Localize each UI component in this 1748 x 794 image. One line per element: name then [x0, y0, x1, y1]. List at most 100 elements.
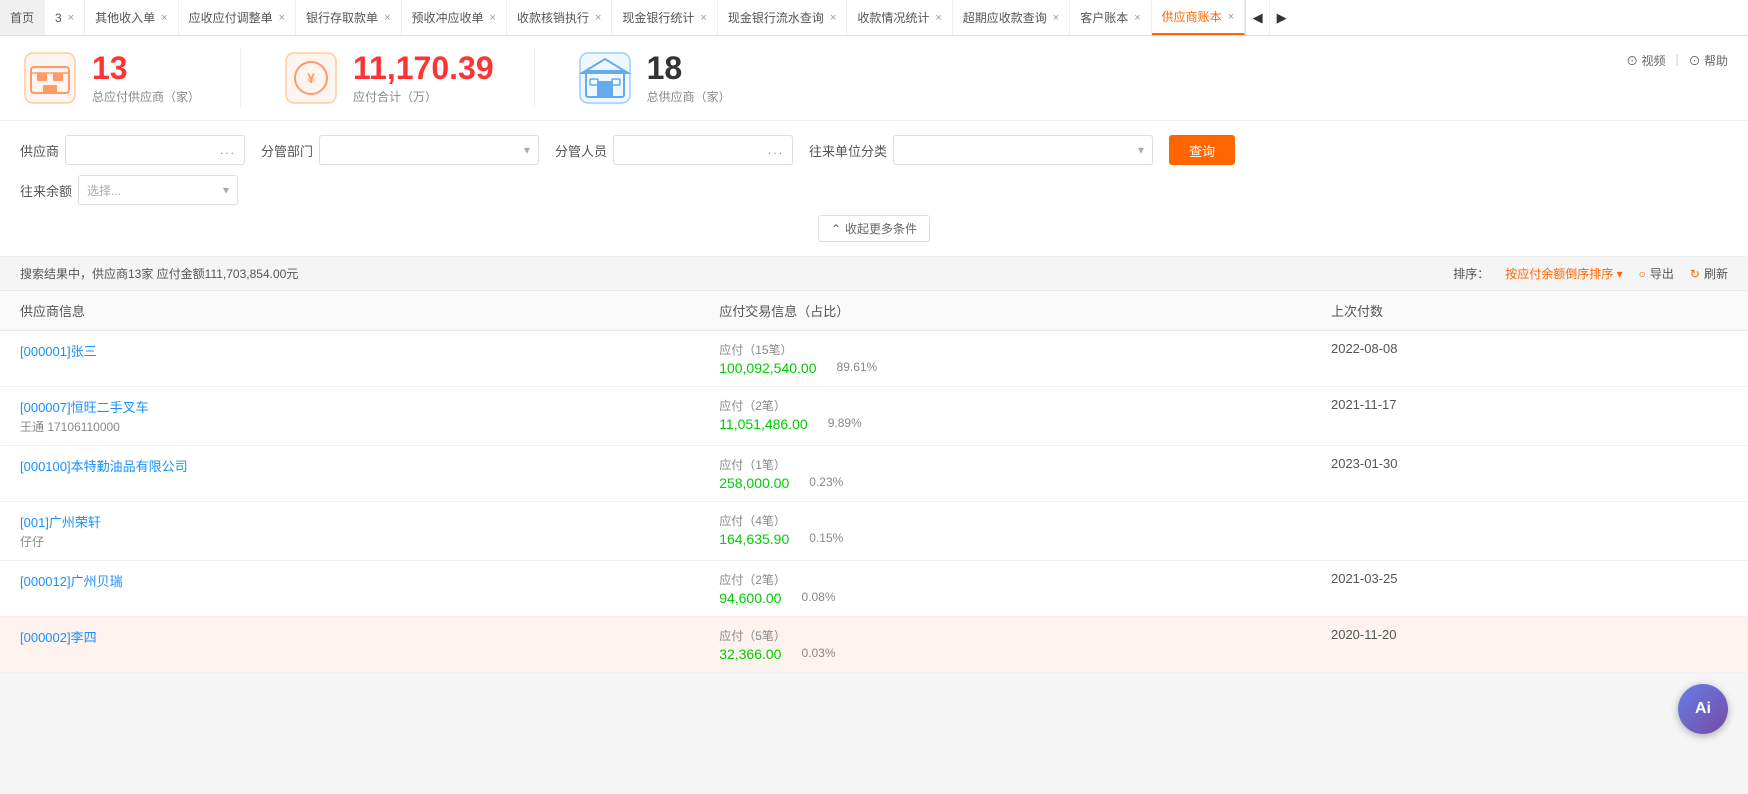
sort-label: 排序： — [1453, 265, 1489, 282]
filter-item-unit-class: 往来单位分类 ▾ — [809, 135, 1153, 165]
ap-amount-value: 11,051,486.00 — [719, 416, 808, 432]
close-receipt-verify[interactable]: × — [595, 12, 601, 24]
ap-info-cell: 应付（1笔） 258,000.00 0.23% — [699, 446, 1311, 502]
nav-home[interactable]: 首页 — [0, 0, 45, 35]
close-other-income[interactable]: × — [161, 12, 167, 24]
ap-label: 应付（1笔） — [719, 456, 1291, 473]
nav-cash-bank-stat[interactable]: 现金银行统计 × — [612, 0, 717, 35]
collapse-up-icon: ⌃ — [831, 222, 841, 236]
stat-number-total-supplier: 18 — [647, 52, 731, 84]
close-ar-ap-adjust[interactable]: × — [279, 12, 285, 24]
supplier-link[interactable]: [000100]本特勤油品有限公司 — [20, 459, 188, 474]
close-bank-deposit[interactable]: × — [384, 12, 390, 24]
stat-info-total-supplier: 18 总供应商（家） — [647, 52, 731, 105]
nav-overdue-ar[interactable]: 超期应收款查询 × — [953, 0, 1070, 35]
last-pay-cell: 2021-03-25 — [1311, 561, 1748, 617]
sort-select[interactable]: 按应付余额倒序排序 ▾ — [1505, 265, 1622, 282]
nav-supplier-ledger[interactable]: 供应商账本 × — [1152, 0, 1245, 35]
filter-item-supplier: 供应商 ... — [20, 135, 245, 165]
filter-item-person: 分管人员 ... — [555, 135, 793, 165]
ap-amount-row: 100,092,540.0089.61% — [719, 358, 1291, 376]
nav-cash-flow-query[interactable]: 现金银行流水查询 × — [718, 0, 847, 35]
supplier-sub-info: 王通 17106110000 — [20, 418, 679, 435]
result-summary: 搜索结果中，供应商13家 应付金额111,703,854.00元 — [20, 265, 298, 282]
refresh-action[interactable]: ↻ 刷新 — [1690, 265, 1728, 282]
close-customer-ledger[interactable]: × — [1134, 12, 1140, 24]
col-header-supplier: 供应商信息 — [0, 291, 699, 331]
ap-label: 应付（2笔） — [719, 397, 1291, 414]
last-pay-cell: 2023-01-30 — [1311, 446, 1748, 502]
nav-next-arrow[interactable]: ▶ — [1269, 0, 1293, 36]
supplier-link[interactable]: [000012]广州贝瑞 — [20, 574, 123, 589]
nav-prepay-ar[interactable]: 预收冲应收单 × — [402, 0, 507, 35]
unit-class-select[interactable]: ▾ — [893, 135, 1153, 165]
supplier-sub-info: 仔仔 — [20, 533, 679, 550]
ap-info-cell: 应付（15笔）100,092,540.0089.61% — [699, 331, 1311, 387]
dept-dropdown-icon: ▾ — [524, 143, 530, 157]
close-cash-flow-query[interactable]: × — [830, 12, 836, 24]
ap-amount-value: 258,000.00 — [719, 475, 789, 491]
last-pay-cell: 2021-11-17 — [1311, 387, 1748, 446]
ap-amount-row: 11,051,486.00 9.89% — [719, 414, 1291, 432]
help-links: ⊙ 视频 | ⊙ 帮助 — [1626, 52, 1728, 69]
close-cash-bank-stat[interactable]: × — [700, 12, 706, 24]
nav-receipt-verify[interactable]: 收款核销执行 × — [507, 0, 612, 35]
stat-block-supplier-count: 13 总应付供应商（家） — [20, 48, 200, 108]
dept-select[interactable]: ▾ — [319, 135, 539, 165]
supplier-link[interactable]: [001]广州荣轩 — [20, 515, 101, 530]
stat-divider-2 — [534, 48, 535, 108]
close-receipt-stat[interactable]: × — [935, 12, 941, 24]
ap-amount-row: 164,635.900.15% — [719, 529, 1291, 547]
help-link[interactable]: ⊙ 帮助 — [1689, 52, 1728, 69]
filter-area: 供应商 ... 分管部门 ▾ 分管人员 ... 往来单位分类 ▾ — [0, 121, 1748, 257]
collapse-button[interactable]: ⌃ 收起更多条件 — [818, 215, 930, 242]
person-input[interactable]: ... — [613, 135, 793, 165]
last-pay-cell — [1311, 502, 1748, 561]
supplier-link[interactable]: [000001]张三 — [20, 344, 97, 359]
ap-percentage: 9.89% — [828, 416, 862, 430]
supplier-info-cell: [000100]本特勤油品有限公司 — [0, 446, 699, 502]
ap-percentage: 0.23% — [809, 475, 843, 489]
supplier-input[interactable]: ... — [65, 135, 245, 165]
nav-tab3[interactable]: 3 × — [45, 0, 85, 35]
query-button[interactable]: 查询 — [1169, 135, 1235, 165]
close-tab3[interactable]: × — [68, 12, 74, 24]
export-icon: ○ — [1639, 267, 1646, 281]
supplier-info-cell: [000007]恒旺二手叉车王通 17106110000 — [0, 387, 699, 446]
nav-customer-ledger[interactable]: 客户账本 × — [1070, 0, 1151, 35]
close-overdue-ar[interactable]: × — [1053, 12, 1059, 24]
last-pay-cell: 2020-11-20 — [1311, 617, 1748, 673]
ap-label: 应付（4笔） — [719, 512, 1291, 529]
balance-filter-label: 往来余额 — [20, 181, 72, 200]
export-action[interactable]: ○ 导出 — [1639, 265, 1674, 282]
ap-amount-value: 100,092,540.00 — [719, 360, 816, 376]
person-dots-icon[interactable]: ... — [768, 143, 784, 157]
nav-bank-deposit[interactable]: 银行存取款单 × — [296, 0, 401, 35]
ap-label: 应付（2笔） — [719, 571, 1291, 588]
nav-prev-arrow[interactable]: ◀ — [1245, 0, 1269, 36]
dept-filter-label: 分管部门 — [261, 141, 313, 160]
nav-receipt-stat[interactable]: 收款情况统计 × — [847, 0, 952, 35]
nav-other-income[interactable]: 其他收入单 × — [85, 0, 178, 35]
nav-ar-ap-adjust[interactable]: 应收应付调整单 × — [179, 0, 296, 35]
supplier-link[interactable]: [000007]恒旺二手叉车 — [20, 400, 149, 415]
supplier-link[interactable]: [000002]李四 — [20, 630, 97, 645]
ap-amount-row: 32,366.000.03% — [719, 644, 1291, 662]
ap-amount-value: 32,366.00 — [719, 646, 781, 662]
ap-amount-value: 164,635.90 — [719, 531, 789, 547]
ap-amount-row: 258,000.00 0.23% — [719, 473, 1291, 491]
close-prepay-ar[interactable]: × — [490, 12, 496, 24]
last-pay-cell: 2022-08-08 — [1311, 331, 1748, 387]
supplier-info-cell: [000012]广州贝瑞 — [0, 561, 699, 617]
balance-select[interactable]: 选择... ▾ — [78, 175, 238, 205]
supplier-info-cell: [000001]张三 — [0, 331, 699, 387]
supplier-icon-2: ¥ — [281, 48, 341, 108]
table-container: 供应商信息 应付交易信息（占比） 上次付数 [000001]张三应付（15笔）1… — [0, 291, 1748, 673]
video-link[interactable]: ⊙ 视频 — [1626, 52, 1665, 69]
ap-amount-row: 94,600.000.08% — [719, 588, 1291, 606]
ai-button[interactable]: Ai — [1678, 684, 1728, 734]
ap-percentage: 0.08% — [801, 590, 835, 604]
supplier-dots-icon[interactable]: ... — [220, 143, 236, 157]
close-supplier-ledger[interactable]: × — [1228, 11, 1234, 23]
stat-info-supplier-count: 13 总应付供应商（家） — [92, 52, 200, 105]
